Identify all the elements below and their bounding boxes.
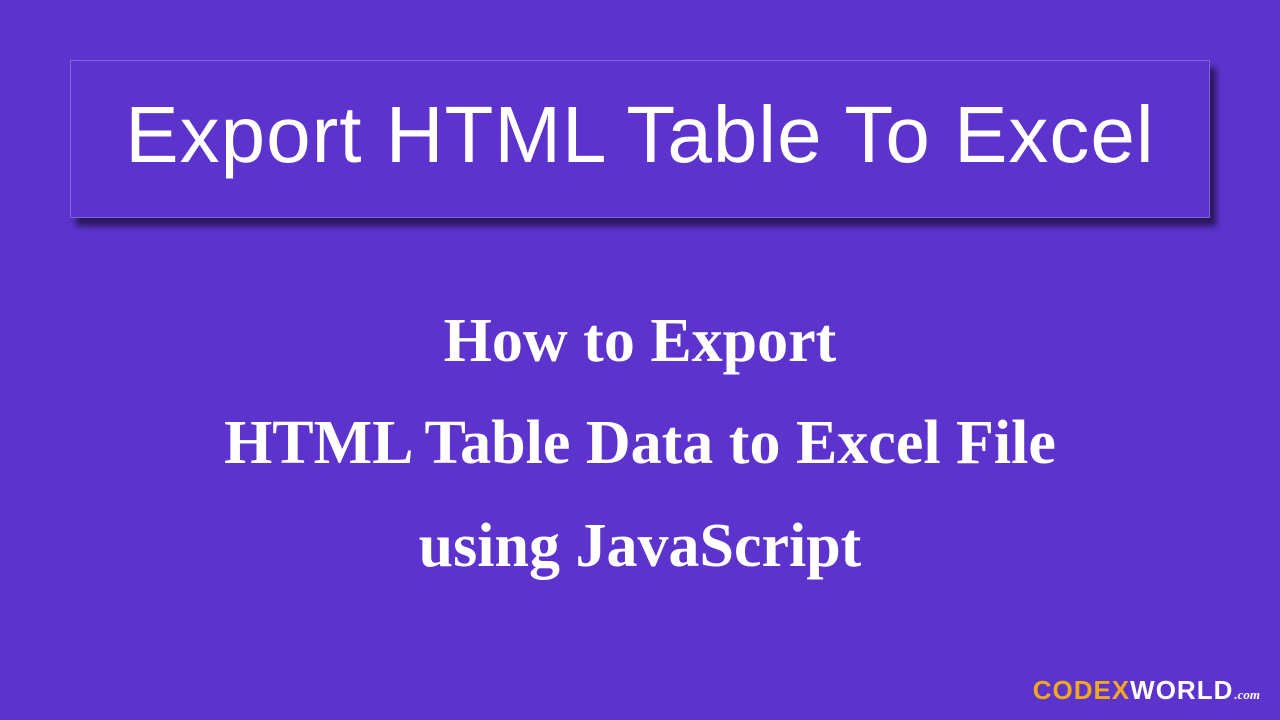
banner-title: Export HTML Table To Excel [91,89,1189,181]
watermark: CODEXWORLD.com [1033,675,1260,706]
subtitle-block: How to Export HTML Table Data to Excel F… [0,290,1280,597]
subtitle-line-1: How to Export [0,290,1280,392]
subtitle-line-3: using JavaScript [0,495,1280,597]
watermark-brand-2: WORLD [1130,675,1233,705]
watermark-tld: .com [1234,687,1260,702]
watermark-brand-1: CODEX [1033,675,1130,705]
title-banner: Export HTML Table To Excel [70,60,1210,218]
subtitle-line-2: HTML Table Data to Excel File [0,392,1280,494]
